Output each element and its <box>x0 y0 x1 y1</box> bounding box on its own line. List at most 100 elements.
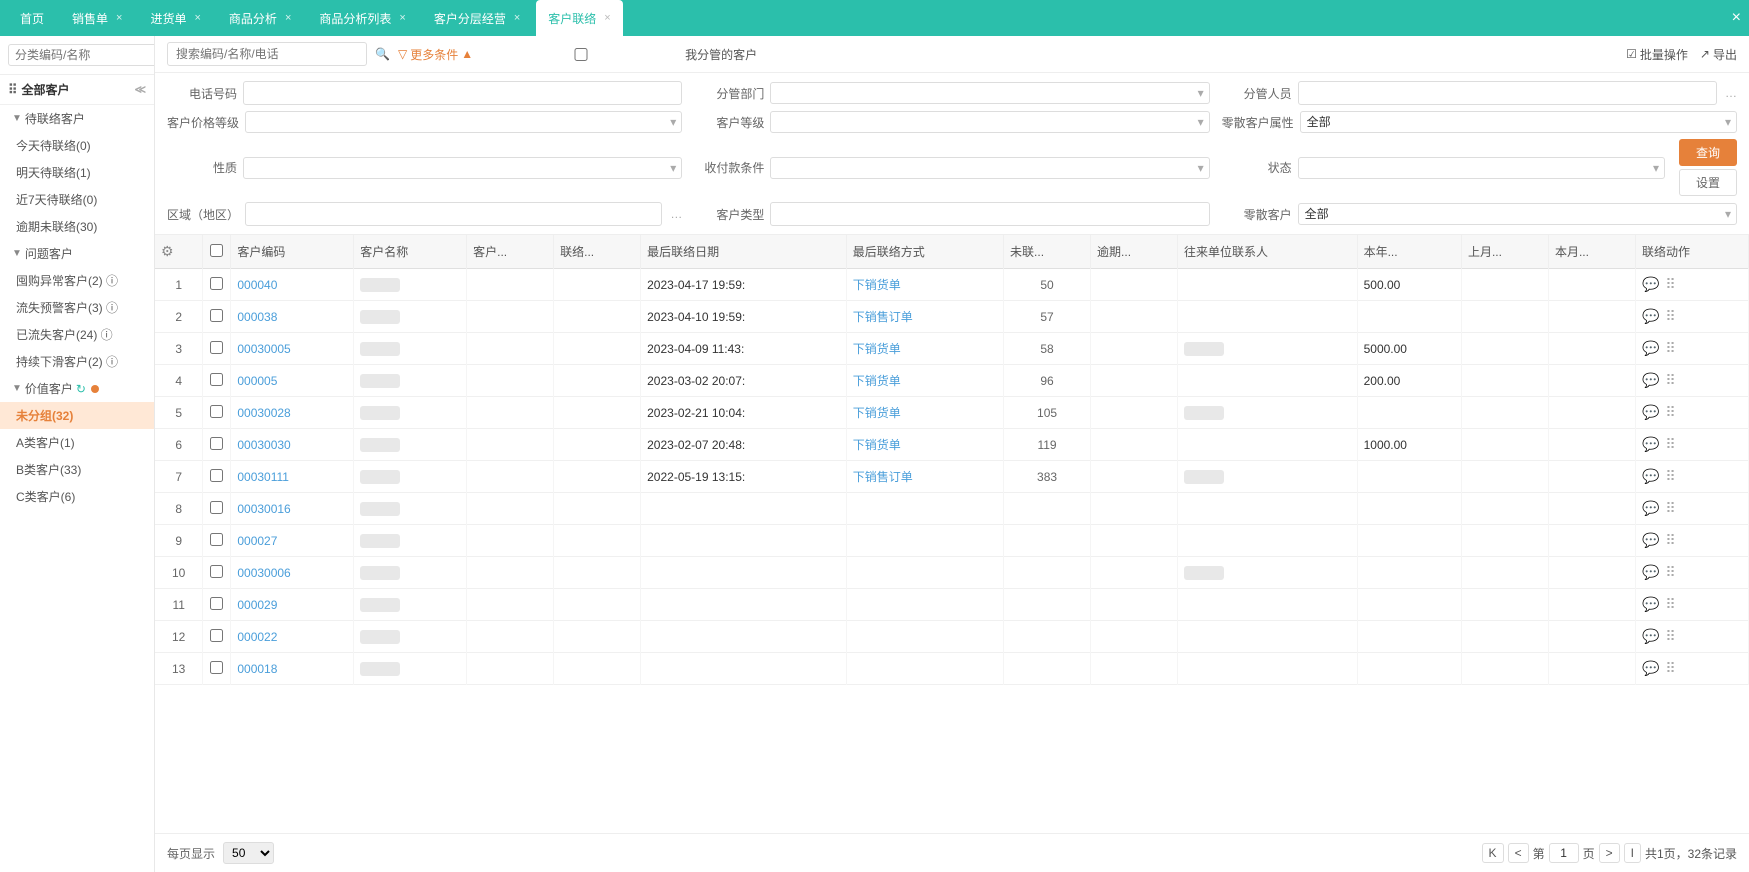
nav-customer-tier-close[interactable]: × <box>514 12 520 24</box>
row-checkbox-cell[interactable] <box>203 461 231 493</box>
row-checkbox[interactable] <box>210 373 223 386</box>
row-checkbox[interactable] <box>210 437 223 450</box>
sidebar-item-churn-warning[interactable]: 流失预警客户(3) ⓘ <box>0 294 154 321</box>
price-level-select[interactable] <box>245 111 682 133</box>
grid-action-icon[interactable]: ⠿ <box>1665 276 1675 293</box>
person-dots-icon[interactable]: … <box>1725 86 1737 100</box>
nav-home[interactable]: 首页 <box>8 0 56 36</box>
sidebar-item-declining[interactable]: 持续下滑客户(2) ⓘ <box>0 348 154 375</box>
row-checkbox-cell[interactable] <box>203 429 231 461</box>
nav-purchase[interactable]: 进货单 × <box>138 0 212 36</box>
payment-select[interactable] <box>770 157 1209 179</box>
grid-action-icon[interactable]: ⠿ <box>1665 436 1675 453</box>
refresh-icon[interactable]: ↻ <box>76 382 86 396</box>
row-last-method[interactable] <box>846 525 1003 557</box>
grid-action-icon[interactable]: ⠿ <box>1665 500 1675 517</box>
filter-search-icon[interactable]: 🔍 <box>375 47 390 61</box>
sidebar-item-a-class[interactable]: A类客户(1) <box>0 429 154 456</box>
settings-button[interactable]: 设置 <box>1679 169 1737 196</box>
row-checkbox[interactable] <box>210 501 223 514</box>
nav-analysis-list-close[interactable]: × <box>399 12 405 24</box>
cust-type-input[interactable] <box>770 202 1209 226</box>
chat-icon[interactable]: 💬 <box>1642 276 1659 293</box>
chat-icon[interactable]: 💬 <box>1642 404 1659 421</box>
dept-select[interactable] <box>770 82 1209 104</box>
row-last-method[interactable]: 下销售订单 <box>846 461 1003 493</box>
row-checkbox[interactable] <box>210 629 223 642</box>
nature-select[interactable] <box>243 157 682 179</box>
row-last-method[interactable]: 下销货单 <box>846 365 1003 397</box>
row-checkbox-cell[interactable] <box>203 365 231 397</box>
last-method-link[interactable]: 下销售订单 <box>853 470 913 484</box>
grid-action-icon[interactable]: ⠿ <box>1665 372 1675 389</box>
chat-icon[interactable]: 💬 <box>1642 628 1659 645</box>
more-conditions-btn[interactable]: ▽ 更多条件 ▲ <box>398 46 473 63</box>
row-last-method[interactable] <box>846 653 1003 685</box>
nav-customer-contact[interactable]: 客户联络 × <box>536 0 622 36</box>
row-checkbox[interactable] <box>210 565 223 578</box>
region-dots-icon[interactable]: … <box>670 207 682 221</box>
sidebar-group-value[interactable]: ▼ 价值客户 ↻ <box>0 375 154 402</box>
row-last-method[interactable] <box>846 493 1003 525</box>
cust-level-select[interactable] <box>770 111 1209 133</box>
phone-input[interactable] <box>243 81 682 105</box>
sidebar-item-tomorrow[interactable]: 明天待联络(1) <box>0 159 154 186</box>
grid-action-icon[interactable]: ⠿ <box>1665 564 1675 581</box>
prev-page-btn[interactable]: < <box>1508 843 1529 863</box>
sidebar-item-c-class[interactable]: C类客户(6) <box>0 483 154 510</box>
grid-action-icon[interactable]: ⠿ <box>1665 308 1675 325</box>
sidebar-collapse-btn[interactable]: ≪ <box>134 83 146 96</box>
grid-action-icon[interactable]: ⠿ <box>1665 404 1675 421</box>
last-method-link[interactable]: 下销货单 <box>853 374 901 388</box>
row-checkbox[interactable] <box>210 309 223 322</box>
chat-icon[interactable]: 💬 <box>1642 372 1659 389</box>
last-method-link[interactable]: 下销货单 <box>853 342 901 356</box>
my-customers-toggle[interactable]: 我分管的客户 <box>481 46 757 63</box>
sidebar-item-b-class[interactable]: B类客户(33) <box>0 456 154 483</box>
export-btn[interactable]: ↗ 导出 <box>1700 46 1737 63</box>
col-select-all[interactable] <box>203 235 231 269</box>
row-checkbox-cell[interactable] <box>203 621 231 653</box>
sidebar-group-pending[interactable]: ▼ 待联络客户 <box>0 105 154 132</box>
close-all-tabs[interactable]: × <box>1732 9 1741 27</box>
person-input[interactable] <box>1298 81 1717 105</box>
status-select[interactable] <box>1298 157 1665 179</box>
query-button[interactable]: 查询 <box>1679 139 1737 166</box>
nav-sales-close[interactable]: × <box>116 12 122 24</box>
grid-action-icon[interactable]: ⠿ <box>1665 340 1675 357</box>
settings-icon[interactable]: ⚙ <box>161 243 174 259</box>
last-method-link[interactable]: 下销货单 <box>853 406 901 420</box>
row-checkbox-cell[interactable] <box>203 269 231 301</box>
row-checkbox-cell[interactable] <box>203 557 231 589</box>
nav-sales[interactable]: 销售单 × <box>60 0 134 36</box>
chat-icon[interactable]: 💬 <box>1642 660 1659 677</box>
chat-icon[interactable]: 💬 <box>1642 500 1659 517</box>
row-last-method[interactable] <box>846 557 1003 589</box>
nav-customer-contact-close[interactable]: × <box>604 12 610 24</box>
select-all-checkbox[interactable] <box>210 244 223 257</box>
first-page-btn[interactable]: K <box>1482 843 1504 863</box>
nav-customer-tier[interactable]: 客户分层经营 × <box>422 0 532 36</box>
sidebar-item-hoarding[interactable]: 囤购异常客户(2) ⓘ <box>0 267 154 294</box>
last-method-link[interactable]: 下销售订单 <box>853 310 913 324</box>
row-checkbox-cell[interactable] <box>203 653 231 685</box>
row-last-method[interactable]: 下销售订单 <box>846 301 1003 333</box>
chat-icon[interactable]: 💬 <box>1642 564 1659 581</box>
row-checkbox-cell[interactable] <box>203 397 231 429</box>
grid-action-icon[interactable]: ⠿ <box>1665 532 1675 549</box>
chat-icon[interactable]: 💬 <box>1642 596 1659 613</box>
sidebar-item-today[interactable]: 今天待联络(0) <box>0 132 154 159</box>
page-size-select[interactable]: 50 100 200 <box>223 842 274 864</box>
row-checkbox-cell[interactable] <box>203 589 231 621</box>
sidebar-item-7days[interactable]: 近7天待联络(0) <box>0 186 154 213</box>
row-last-method[interactable] <box>846 621 1003 653</box>
row-checkbox[interactable] <box>210 405 223 418</box>
retail-cust-select[interactable]: 全部 <box>1298 203 1737 225</box>
region-input[interactable] <box>245 202 662 226</box>
chat-icon[interactable]: 💬 <box>1642 436 1659 453</box>
last-page-btn[interactable]: I <box>1624 843 1641 863</box>
nav-analysis-close[interactable]: × <box>285 12 291 24</box>
row-checkbox-cell[interactable] <box>203 493 231 525</box>
my-customers-checkbox[interactable] <box>481 48 681 61</box>
row-checkbox-cell[interactable] <box>203 301 231 333</box>
